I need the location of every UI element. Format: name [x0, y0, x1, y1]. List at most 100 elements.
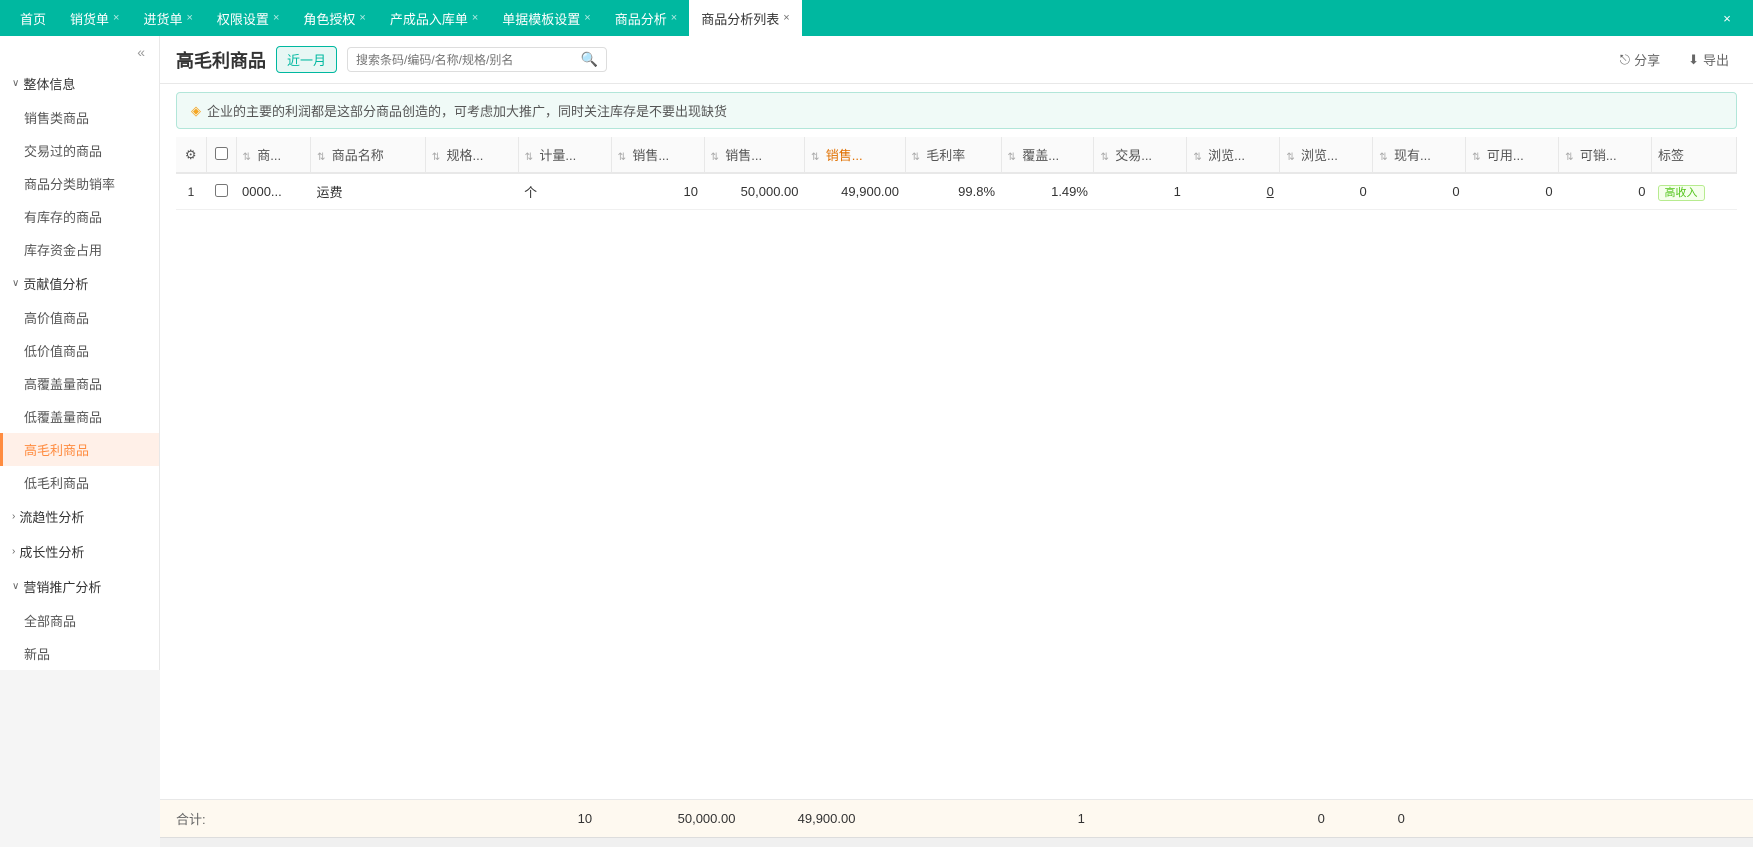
cell-avail-stock: 0: [1466, 173, 1559, 210]
cell-sale-profit: 49,900.00: [805, 173, 906, 210]
cell-tag: 高收入: [1652, 173, 1737, 210]
nav-close-template-settings[interactable]: ×: [584, 12, 590, 24]
col-header-check[interactable]: [206, 137, 236, 173]
data-table: ⚙ ⇅ 商... ⇅ 商品名称: [176, 137, 1737, 210]
section-arrow-overall: ∨: [12, 78, 19, 89]
nav-role-auth[interactable]: 角色授权 ×: [291, 0, 377, 36]
table-container[interactable]: ⚙ ⇅ 商... ⇅ 商品名称: [160, 137, 1753, 799]
sidebar-item-high-coverage[interactable]: 高覆盖量商品: [0, 367, 159, 400]
tag-badge: 高收入: [1658, 185, 1705, 201]
sidebar-item-in-stock-goods[interactable]: 有库存的商品: [0, 200, 159, 233]
header-actions: ⎋ 分享 ⬇ 导出: [1612, 46, 1737, 73]
export-icon: ⬇: [1688, 52, 1699, 68]
row-checkbox[interactable]: [215, 184, 228, 197]
nav-purchase-order[interactable]: 进货单 ×: [131, 0, 204, 36]
nav-product-analysis-list[interactable]: 商品分析列表 ×: [689, 0, 801, 36]
sidebar-section-trend[interactable]: › 流趋性分析: [0, 499, 159, 534]
col-header-current-stock: ⇅ 现有...: [1373, 137, 1466, 173]
bottom-scrollbar[interactable]: [160, 837, 1753, 847]
col-header-sale-qty: ⇅ 销售...: [611, 137, 704, 173]
nav-product-inbound[interactable]: 产成品入库单 ×: [378, 0, 490, 36]
col-header-browse-count: ⇅ 浏览...: [1187, 137, 1280, 173]
col-header-name: ⇅ 商品名称: [310, 137, 425, 173]
nav-close-product-inbound[interactable]: ×: [472, 12, 478, 24]
col-header-coverage: ⇅ 覆盖...: [1001, 137, 1094, 173]
sidebar-item-low-coverage[interactable]: 低覆盖量商品: [0, 400, 159, 433]
info-icon: ◈: [191, 103, 201, 119]
cell-trade-count: 1: [1094, 173, 1187, 210]
footer-current-stock: 0: [1318, 811, 1358, 826]
cell-code: 0000...: [236, 173, 310, 210]
section-arrow-contribution: ∨: [12, 278, 19, 289]
cell-coverage: 1.49%: [1001, 173, 1094, 210]
sidebar-section-contribution-items: 高价值商品 低价值商品 高覆盖量商品 低覆盖量商品 高毛利商品 低毛利商品: [0, 301, 159, 499]
select-all-checkbox[interactable]: [215, 147, 228, 160]
col-header-spec: ⇅ 规格...: [425, 137, 518, 173]
sidebar-item-all-goods[interactable]: 全部商品: [0, 604, 159, 637]
nav-close-product-analysis[interactable]: ×: [671, 12, 677, 24]
sidebar-item-stock-funds[interactable]: 库存资金占用: [0, 233, 159, 266]
col-header-settings[interactable]: ⚙: [176, 137, 206, 173]
search-icon[interactable]: 🔍: [581, 51, 598, 68]
cell-current-stock: 0: [1373, 173, 1466, 210]
main-layout: « ∨ 整体信息 销售类商品 交易过的商品 商品分类助销率 有库存的商品 库存资…: [0, 36, 1753, 847]
cell-check[interactable]: [206, 173, 236, 210]
share-icon: ⎋: [1620, 52, 1630, 68]
sidebar-item-low-margin[interactable]: 低毛利商品: [0, 466, 159, 499]
nav-product-analysis[interactable]: 商品分析 ×: [603, 0, 689, 36]
sidebar-collapse-button[interactable]: «: [131, 42, 151, 62]
nav-close-purchase-order[interactable]: ×: [186, 12, 192, 24]
nav-close-product-analysis-list[interactable]: ×: [783, 12, 789, 24]
sidebar-section-overall[interactable]: ∨ 整体信息: [0, 66, 159, 101]
cell-spec: [425, 173, 518, 210]
nav-close-permission-settings[interactable]: ×: [273, 12, 279, 24]
footer-trade-count: 1: [1078, 811, 1118, 826]
window-close-button[interactable]: ×: [1709, 0, 1745, 36]
sidebar-item-traded-goods[interactable]: 交易过的商品: [0, 134, 159, 167]
col-header-browse-rate: ⇅ 浏览...: [1280, 137, 1373, 173]
col-header-sale-profit: ⇅ 销售...: [805, 137, 906, 173]
share-button[interactable]: ⎋ 分享: [1612, 46, 1668, 73]
top-navigation: 首页 销货单 × 进货单 × 权限设置 × 角色授权 × 产成品入库单 × 单据…: [0, 0, 1753, 36]
nav-home[interactable]: 首页: [8, 0, 58, 36]
cell-num: 1: [176, 173, 206, 210]
nav-template-settings[interactable]: 单据模板设置 ×: [490, 0, 602, 36]
section-arrow-trend: ›: [12, 511, 15, 522]
cell-gross-rate: 99.8%: [905, 173, 1001, 210]
table-header-row: ⚙ ⇅ 商... ⇅ 商品名称: [176, 137, 1737, 173]
sidebar-item-high-value[interactable]: 高价值商品: [0, 301, 159, 334]
sidebar-item-low-value[interactable]: 低价值商品: [0, 334, 159, 367]
content-header: 高毛利商品 近一月 🔍 ⎋ 分享 ⬇ 导出: [160, 36, 1753, 84]
section-arrow-marketing: ∨: [12, 581, 19, 592]
export-button[interactable]: ⬇ 导出: [1680, 46, 1737, 73]
sidebar-wrapper: « ∨ 整体信息 销售类商品 交易过的商品 商品分类助销率 有库存的商品 库存资…: [0, 36, 160, 847]
cell-saleable-stock: 0: [1559, 173, 1652, 210]
nav-close-role-auth[interactable]: ×: [359, 12, 365, 24]
cell-browse-rate: 0: [1280, 173, 1373, 210]
sidebar-section-growth[interactable]: › 成长性分析: [0, 534, 159, 569]
sidebar-section-contribution[interactable]: ∨ 贡献值分析: [0, 266, 159, 301]
sidebar-item-category-rate[interactable]: 商品分类助销率: [0, 167, 159, 200]
sidebar-item-high-margin[interactable]: 高毛利商品: [0, 433, 159, 466]
sidebar-section-marketing[interactable]: ∨ 营销推广分析: [0, 569, 159, 604]
footer-sale-qty: 10: [578, 811, 638, 826]
sidebar-item-new-goods[interactable]: 新品: [0, 637, 159, 670]
cell-sale-amt: 50,000.00: [704, 173, 805, 210]
footer-avail-stock: 0: [1398, 811, 1438, 826]
sidebar-item-sales-goods[interactable]: 销售类商品: [0, 101, 159, 134]
footer-label: 合计:: [176, 809, 206, 828]
nav-permission-settings[interactable]: 权限设置 ×: [205, 0, 291, 36]
cell-browse-count: 0: [1187, 173, 1280, 210]
settings-icon: ⚙: [185, 147, 197, 162]
footer-sale-amt: 50,000.00: [678, 811, 758, 826]
sidebar-section-overall-items: 销售类商品 交易过的商品 商品分类助销率 有库存的商品 库存资金占用: [0, 101, 159, 266]
search-input[interactable]: [356, 53, 581, 67]
nav-sales-order[interactable]: 销货单 ×: [58, 0, 131, 36]
sidebar: « ∨ 整体信息 销售类商品 交易过的商品 商品分类助销率 有库存的商品 库存资…: [0, 36, 160, 670]
filter-recent-month-button[interactable]: 近一月: [276, 46, 337, 73]
cell-name: 运费: [310, 173, 425, 210]
nav-close-sales-order[interactable]: ×: [113, 12, 119, 24]
sidebar-section-marketing-items: 全部商品 新品: [0, 604, 159, 670]
col-header-gross-rate: ⇅ 毛利率: [905, 137, 1001, 173]
col-header-tag: 标签: [1652, 137, 1737, 173]
